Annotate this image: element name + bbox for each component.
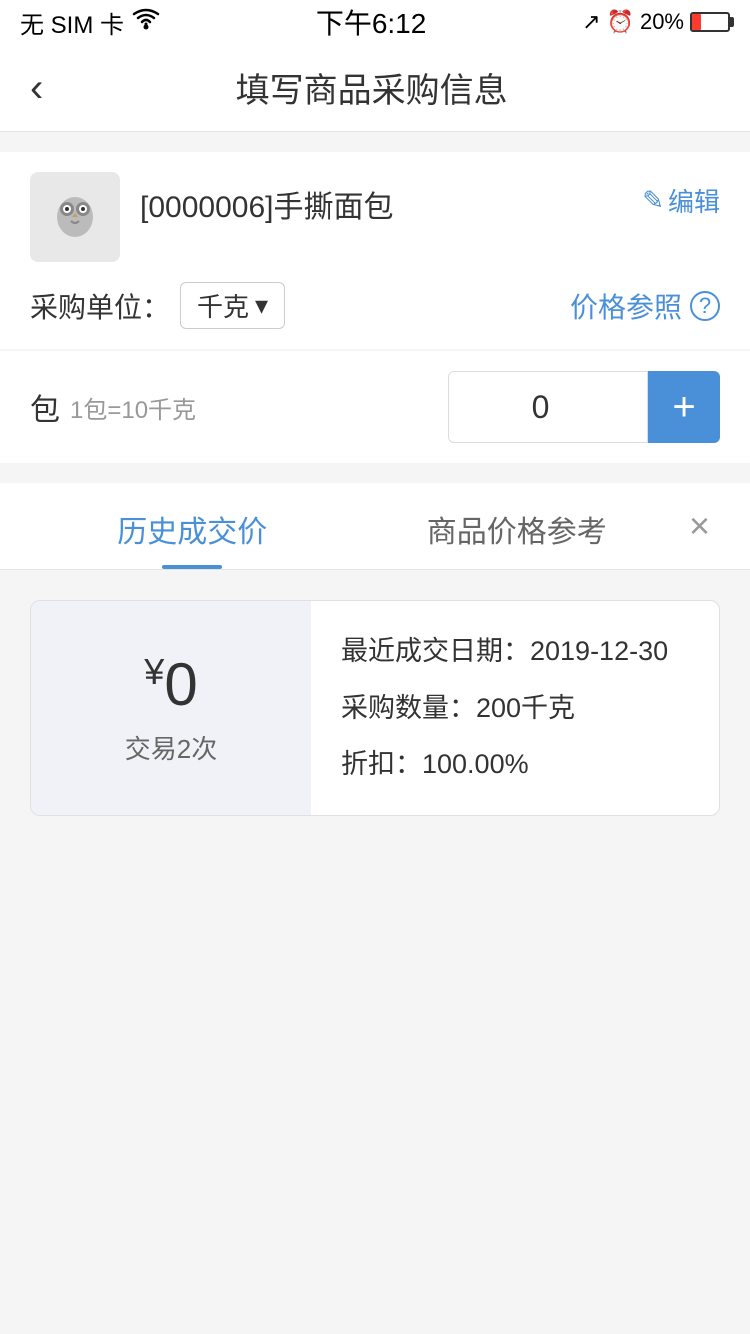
tabs-bar: 历史成交价 商品价格参考 × (0, 483, 750, 570)
unit-dropdown[interactable]: 千克 ▾ (180, 282, 285, 329)
edit-label: 编辑 (668, 182, 720, 219)
unit-label: 采购单位： (30, 286, 170, 326)
qty-unit-badge: 包 (30, 385, 60, 429)
discount-label: 折扣： (341, 749, 422, 779)
back-button[interactable]: ‹ (30, 68, 43, 108)
price-ref-help-icon: ? (690, 291, 720, 321)
product-thumbnail-icon (45, 183, 105, 252)
unit-value: 千克 (197, 287, 249, 324)
product-unit-row: 采购单位： 千克 ▾ 价格参照 ? (30, 282, 720, 329)
qty-conversion: 1包=10千克 (70, 390, 196, 425)
quantity-controls: + (448, 371, 720, 443)
price-card: ¥0 交易2次 最近成交日期：2019-12-30 采购数量：200千克 折扣：… (30, 600, 720, 816)
price-amount: 0 (164, 651, 197, 718)
quantity-input[interactable] (448, 371, 648, 443)
main-content: ¥0 交易2次 最近成交日期：2019-12-30 采购数量：200千克 折扣：… (0, 570, 750, 1270)
location-icon: ↗ (582, 9, 600, 35)
quantity-plus-button[interactable]: + (648, 371, 720, 443)
status-bar: 无 SIM 卡 下午6:12 ↗ ⏰ 20% (0, 0, 750, 44)
product-name: [0000006]手撕面包 (140, 182, 393, 226)
battery-icon (690, 12, 730, 32)
price-card-right: 最近成交日期：2019-12-30 采购数量：200千克 折扣：100.00% (311, 601, 719, 815)
purchase-qty-label: 采购数量： (341, 693, 476, 723)
status-right: ↗ ⏰ 20% (582, 9, 730, 35)
recent-date-label: 最近成交日期： (341, 636, 530, 666)
price-card-container: ¥0 交易2次 最近成交日期：2019-12-30 采购数量：200千克 折扣：… (0, 570, 750, 846)
product-info: [0000006]手撕面包 (140, 172, 393, 226)
edit-button[interactable]: ✎ 编辑 (642, 182, 720, 219)
page-title: 填写商品采购信息 (63, 63, 680, 112)
tab-close-button[interactable]: × (679, 498, 720, 554)
price-trade-count: 交易2次 (125, 729, 217, 766)
status-left: 无 SIM 卡 (20, 5, 160, 40)
price-card-left: ¥0 交易2次 (31, 601, 311, 815)
nav-bar: ‹ 填写商品采购信息 (0, 44, 750, 132)
battery-percent: 20% (640, 9, 684, 35)
recent-date-value: 2019-12-30 (530, 636, 668, 666)
product-header: [0000006]手撕面包 ✎ 编辑 (30, 172, 720, 262)
quantity-row: 包 1包=10千克 + (0, 351, 750, 463)
product-card: [0000006]手撕面包 ✎ 编辑 采购单位： 千克 ▾ 价格参照 ? (0, 152, 750, 349)
price-display: ¥0 (144, 650, 197, 719)
purchase-qty-row: 采购数量：200千克 (341, 688, 689, 729)
alarm-icon: ⏰ (607, 9, 634, 35)
unit-dropdown-icon: ▾ (255, 290, 268, 321)
recent-date-row: 最近成交日期：2019-12-30 (341, 631, 689, 672)
product-left: [0000006]手撕面包 (30, 172, 393, 262)
signal-text: 无 SIM 卡 (20, 5, 124, 40)
discount-row: 折扣：100.00% (341, 744, 689, 785)
purchase-qty-value: 200千克 (476, 693, 575, 723)
price-currency: ¥ (144, 651, 164, 692)
discount-value: 100.00% (422, 749, 529, 779)
wifi-icon (132, 8, 160, 37)
product-image (30, 172, 120, 262)
quantity-label: 包 1包=10千克 (30, 385, 196, 429)
status-time: 下午6:12 (316, 2, 427, 42)
price-ref-label: 价格参照 (570, 286, 682, 326)
price-ref-button[interactable]: 价格参照 ? (570, 286, 720, 326)
tab-product-price-ref[interactable]: 商品价格参考 (354, 483, 678, 569)
edit-icon: ✎ (642, 185, 664, 216)
tab-history-price[interactable]: 历史成交价 (30, 483, 354, 569)
